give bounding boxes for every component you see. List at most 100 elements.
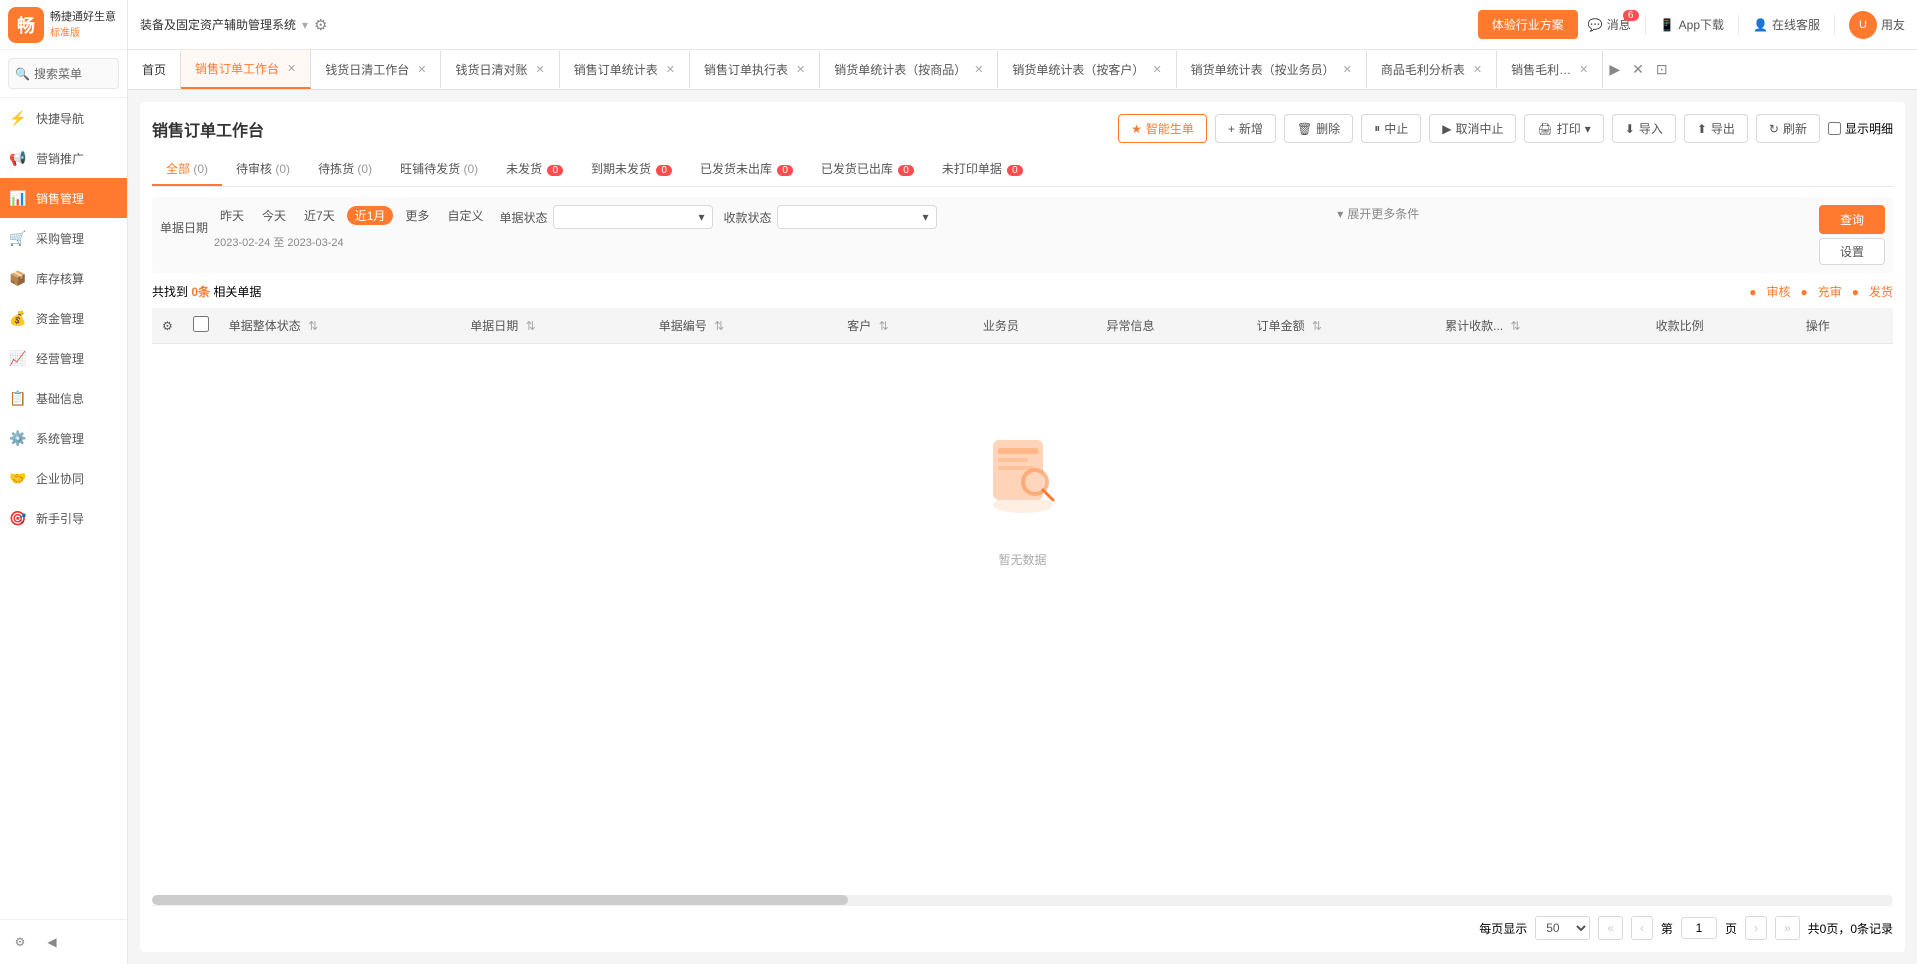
tab-home[interactable]: 首页 [128, 51, 181, 88]
settings-filter-button[interactable]: 设置 [1819, 238, 1885, 265]
user-action[interactable]: U 用友 [1849, 11, 1905, 39]
tab-close-all[interactable]: ✕ [1626, 61, 1650, 78]
sub-tab-shipped-in[interactable]: 已发货已出库 0 [807, 153, 928, 186]
th-collected-sort-icon[interactable]: ⇅ [1510, 319, 1520, 333]
show-detail-checkbox[interactable] [1828, 122, 1841, 135]
date-opt-custom[interactable]: 自定义 [441, 205, 489, 226]
select-all-checkbox[interactable] [193, 316, 209, 332]
expand-more-btn[interactable]: ▾ 展开更多条件 [1337, 205, 1419, 222]
th-collected-label: 累计收款... [1445, 319, 1503, 333]
ship-action-btn[interactable]: 发货 [1869, 283, 1893, 300]
sidebar-search-area[interactable]: 🔍 搜索菜单 [0, 50, 127, 98]
th-settings[interactable]: ⚙ [152, 308, 183, 344]
next-page-btn[interactable]: › [1745, 916, 1767, 940]
sub-tab-pending-check[interactable]: 待拣货 (0) [304, 153, 386, 186]
filter-payment-select[interactable]: ▾ [777, 205, 937, 229]
sidebar-item-quick-nav[interactable]: ⚡ 快捷导航 [0, 98, 127, 138]
th-status-sort-icon[interactable]: ⇅ [308, 319, 318, 333]
th-number-sort-icon[interactable]: ⇅ [714, 319, 724, 333]
sub-tab-not-printed[interactable]: 未打印单据 0 [928, 153, 1037, 186]
industry-btn[interactable]: 体验行业方案 [1478, 10, 1578, 39]
tab-cash-daily[interactable]: 钱货日清工作台 ✕ [311, 51, 441, 88]
tab-sales-summary-product-close[interactable]: ✕ [974, 63, 983, 76]
th-checkbox[interactable] [183, 308, 219, 344]
sub-tab-pending-review[interactable]: 待审核 (0) [222, 153, 304, 186]
horizontal-scrollbar[interactable] [152, 895, 1893, 905]
tab-scroll-right[interactable]: ▶ [1603, 61, 1626, 78]
th-customer-sort-icon[interactable]: ⇅ [879, 319, 889, 333]
tab-cash-reconcile[interactable]: 钱货日清对账 ✕ [441, 51, 559, 88]
delete-button[interactable]: 🗑 删除 [1284, 114, 1353, 143]
tab-sales-workbench-close[interactable]: ✕ [287, 62, 296, 75]
refresh-button[interactable]: ↻ 刷新 [1756, 114, 1820, 143]
import-button[interactable]: ⬇ 导入 [1612, 114, 1676, 143]
sidebar-item-finance[interactable]: 💰 资金管理 [0, 298, 127, 338]
date-opt-more[interactable]: 更多 [399, 205, 435, 226]
per-page-select[interactable]: 50 100 200 [1535, 916, 1590, 940]
tab-profit-analysis[interactable]: 商品毛利分析表 ✕ [1367, 51, 1497, 88]
settings-bottom-icon[interactable]: ⚙ [8, 930, 32, 954]
column-settings-icon[interactable]: ⚙ [162, 319, 173, 333]
sub-tab-shipped-not-in[interactable]: 已发货未出库 0 [686, 153, 807, 186]
tab-sales-exec-close[interactable]: ✕ [796, 63, 805, 76]
date-opt-yesterday[interactable]: 昨天 [214, 205, 250, 226]
new-button[interactable]: + 新增 [1215, 114, 1276, 143]
sub-tab-pending-review-count: (0) [275, 162, 290, 176]
sidebar-item-basic[interactable]: 📋 基础信息 [0, 378, 127, 418]
tab-profit-analysis-close[interactable]: ✕ [1473, 63, 1482, 76]
sub-tab-all[interactable]: 全部 (0) [152, 153, 222, 186]
app-download-action[interactable]: 📱 App下载 [1660, 16, 1724, 33]
print-button[interactable]: 🖨 打印 ▾ [1524, 114, 1603, 143]
tab-sales-summary-staff-close[interactable]: ✕ [1343, 63, 1352, 76]
topbar-dropdown-icon[interactable]: ▾ [302, 18, 308, 32]
tab-cash-reconcile-close[interactable]: ✕ [536, 63, 545, 76]
message-action[interactable]: 💬 消息 6 [1588, 16, 1631, 33]
online-service-action[interactable]: 👤 在线客服 [1753, 16, 1820, 33]
sidebar-item-purchase[interactable]: 🛒 采购管理 [0, 218, 127, 258]
th-date-sort-icon[interactable]: ⇅ [526, 319, 536, 333]
tab-sales-summary-customer[interactable]: 销货单统计表（按客户） ✕ [998, 51, 1176, 88]
topbar-settings-icon[interactable]: ⚙ [314, 16, 327, 34]
sub-tab-not-shipped[interactable]: 未发货 0 [492, 153, 577, 186]
tab-sales-summary-product[interactable]: 销货单统计表（按商品） ✕ [820, 51, 998, 88]
tab-cash-daily-close[interactable]: ✕ [417, 63, 426, 76]
tab-sales-exec[interactable]: 销售订单执行表 ✕ [690, 51, 820, 88]
cancel-suspend-button[interactable]: ▶ 取消中止 [1429, 114, 1516, 143]
sub-tab-wangpu[interactable]: 旺铺待发货 (0) [386, 153, 492, 186]
collapse-icon[interactable]: ◀ [40, 930, 64, 954]
sidebar-item-operations[interactable]: 📈 经营管理 [0, 338, 127, 378]
filter-status-select[interactable]: ▾ [553, 205, 713, 229]
tab-sales-profit-close[interactable]: ✕ [1579, 63, 1588, 76]
sidebar-item-inventory[interactable]: 📦 库存核算 [0, 258, 127, 298]
page-input[interactable] [1681, 917, 1717, 939]
tab-sales-summary-customer-close[interactable]: ✕ [1152, 63, 1161, 76]
first-page-btn[interactable]: « [1598, 916, 1623, 940]
date-opt-1month[interactable]: 近1月 [347, 206, 394, 225]
sub-tab-expired-not-shipped[interactable]: 到期未发货 0 [577, 153, 686, 186]
revoke-action-btn[interactable]: 充审 [1818, 283, 1842, 300]
suspend-button[interactable]: ⏸ 中止 [1361, 114, 1421, 143]
search-menu-button[interactable]: 🔍 搜索菜单 [8, 58, 119, 89]
prev-page-btn[interactable]: ‹ [1631, 916, 1653, 940]
date-opt-today[interactable]: 今天 [256, 205, 292, 226]
tab-sales-summary-staff[interactable]: 销货单统计表（按业务员） ✕ [1177, 51, 1367, 88]
tab-sales-stats-close[interactable]: ✕ [666, 63, 675, 76]
query-button[interactable]: 查询 [1819, 205, 1885, 234]
sidebar-item-guide[interactable]: 🎯 新手引导 [0, 498, 127, 538]
last-page-btn[interactable]: » [1775, 916, 1800, 940]
scroll-thumb[interactable] [152, 895, 848, 905]
date-opt-7days[interactable]: 近7天 [298, 205, 341, 226]
show-detail-checkbox-area[interactable]: 显示明细 [1828, 120, 1893, 137]
sidebar-item-system[interactable]: ⚙️ 系统管理 [0, 418, 127, 458]
th-amount-sort-icon[interactable]: ⇅ [1312, 319, 1322, 333]
tab-sales-profit[interactable]: 销售毛利… ✕ [1497, 51, 1603, 88]
sidebar-item-marketing[interactable]: 📢 营销推广 [0, 138, 127, 178]
audit-action-btn[interactable]: 审核 [1766, 283, 1790, 300]
sidebar-item-sales[interactable]: 📊 销售管理 [0, 178, 127, 218]
tab-expand[interactable]: ⊡ [1650, 61, 1674, 78]
smart-gen-button[interactable]: ★ 智能生单 [1118, 114, 1207, 143]
export-button[interactable]: ⬆ 导出 [1684, 114, 1748, 143]
sidebar-item-collab[interactable]: 🤝 企业协同 [0, 458, 127, 498]
tab-sales-stats[interactable]: 销售订单统计表 ✕ [560, 51, 690, 88]
tab-sales-workbench[interactable]: 销售订单工作台 ✕ [181, 50, 311, 89]
